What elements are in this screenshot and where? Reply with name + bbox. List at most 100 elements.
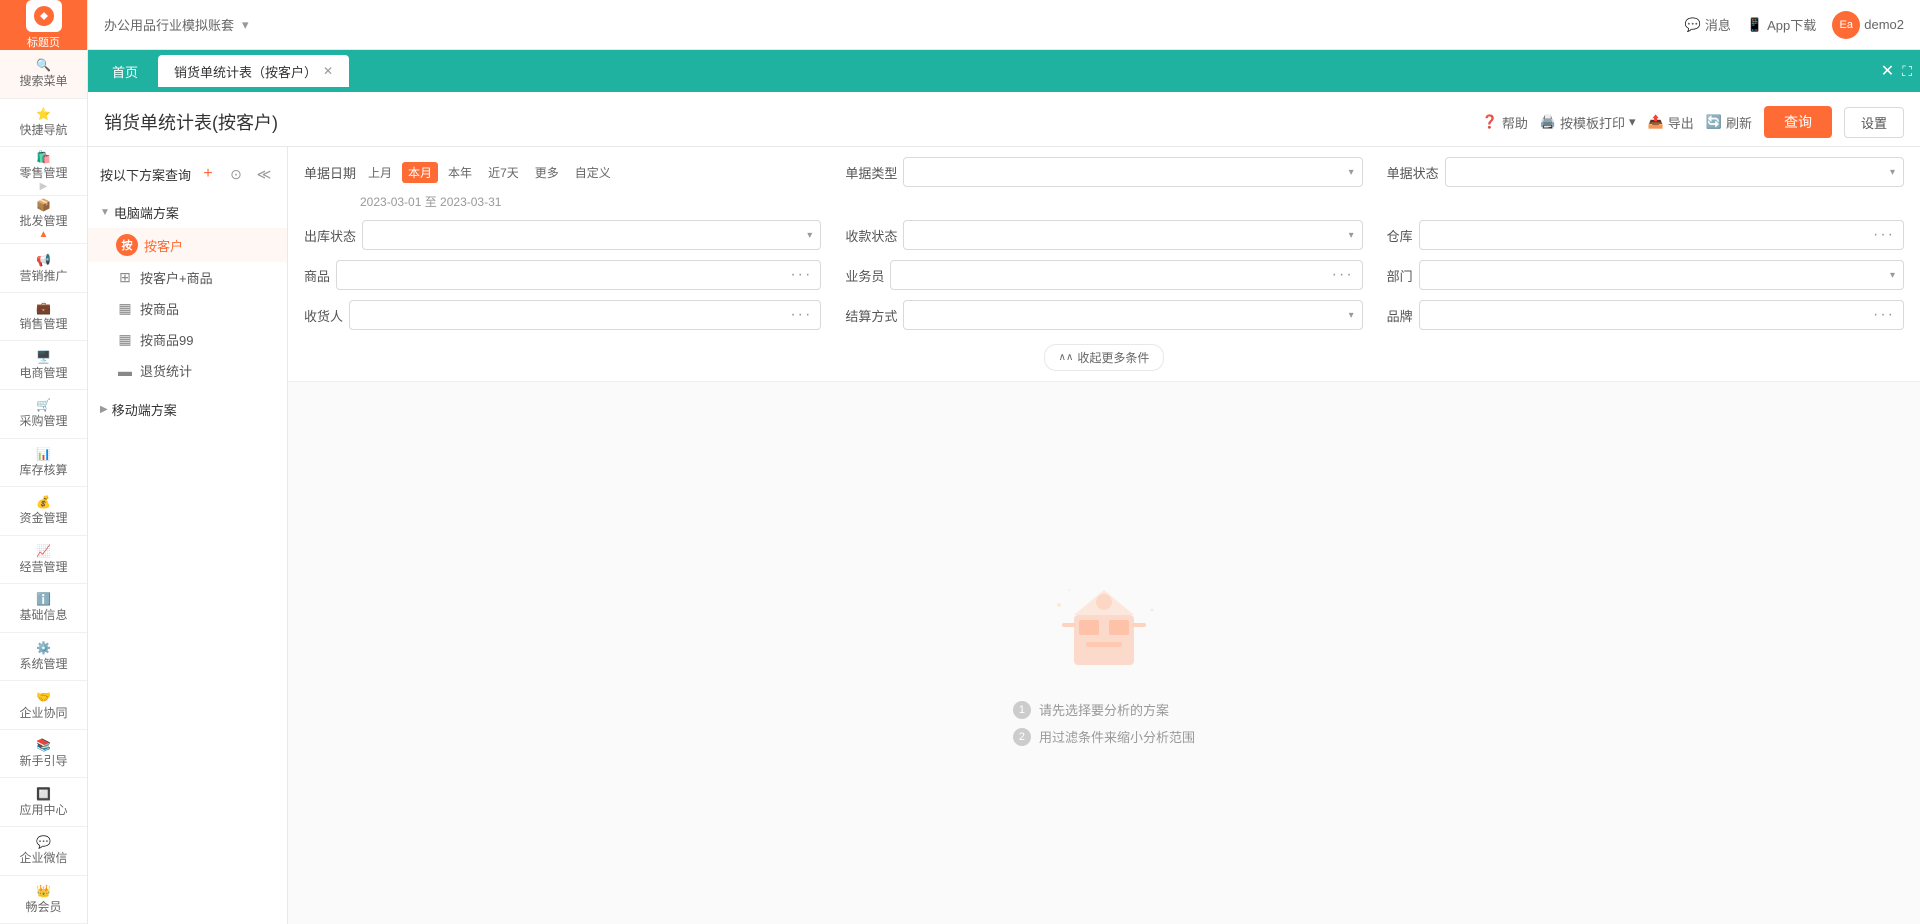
finance-icon: 💰 (36, 495, 51, 509)
tab-close-icon[interactable]: ✕ (323, 64, 333, 78)
sidebar-item-sales[interactable]: 💼 销售管理 (0, 293, 87, 342)
sidebar-item-apps[interactable]: 🔲 应用中心 (0, 778, 87, 827)
user-avatar-area[interactable]: Ea demo2 (1832, 11, 1904, 39)
sidebar-item-operations[interactable]: 📈 经营管理 (0, 536, 87, 585)
scheme-edit-button[interactable]: ⊙ (225, 163, 247, 185)
sidebar-item-retail[interactable]: 🛍️ 零售管理 ▶ (0, 147, 87, 196)
date-tab-thismonth[interactable]: 本月 (402, 162, 438, 183)
print-button[interactable]: 🖨️ 按模板打印 ▾ (1540, 113, 1636, 132)
recipient-multi-input[interactable]: ··· (349, 300, 821, 330)
export-icon: 📤 (1648, 114, 1664, 130)
operations-icon: 📈 (36, 544, 51, 558)
sidebar-item-inventory[interactable]: 📊 库存核算 (0, 439, 87, 488)
query-button[interactable]: 查询 (1764, 106, 1832, 138)
brand-multi-select[interactable]: ··· (1419, 300, 1904, 330)
by-customer-icon: 按 (116, 234, 138, 256)
filter-and-table-area: 单据日期 上月 本月 本年 近7天 更多 自定义 (288, 147, 1920, 924)
help-label: 帮助 (1502, 113, 1528, 132)
sidebar-item-search[interactable]: 🔍 搜索菜单 (0, 50, 87, 99)
collapse-button[interactable]: ∧∧ 收起更多条件 (1044, 344, 1165, 371)
chevron-right-icon: ▶ (40, 181, 48, 192)
filter-row-1: 单据日期 上月 本月 本年 近7天 更多 自定义 (288, 147, 1920, 193)
product-dots: ··· (790, 266, 812, 284)
date-tab-custom[interactable]: 自定义 (569, 162, 617, 183)
sidebar-item-enterprise[interactable]: 🤝 企业协同 (0, 681, 87, 730)
warehouse-multi-select[interactable]: ··· (1419, 220, 1904, 250)
scheme-category-pc-header[interactable]: ▼ 电脑端方案 (88, 197, 287, 228)
date-tab-thisyear[interactable]: 本年 (442, 162, 478, 183)
scheme-item-by-customer[interactable]: 按 按客户 (88, 228, 287, 262)
date-tab-lastmonth[interactable]: 上月 (362, 162, 398, 183)
filter-field-recipient: 收货人 ··· (304, 300, 821, 330)
close-window-icon[interactable]: ✕ (1881, 61, 1894, 81)
sidebar-item-label: 企业微信 (19, 849, 67, 866)
settings-button[interactable]: 设置 (1844, 107, 1904, 138)
tab-home[interactable]: 首页 (96, 55, 154, 87)
payment-status-chevron: ▾ (1349, 230, 1354, 241)
warehouse-dots: ··· (1873, 226, 1895, 244)
settlement-chevron: ▾ (1349, 310, 1354, 321)
page-title: 销货单统计表(按客户) (104, 109, 278, 135)
scheme-category-pc: ▼ 电脑端方案 按 按客户 ⊞ 按客户+商品 ▦ (88, 193, 287, 390)
date-tab-more[interactable]: 更多 (529, 162, 565, 183)
sidebar-item-procurement[interactable]: 🛒 采购管理 (0, 390, 87, 439)
sidebar-item-ecommerce[interactable]: 🖥️ 电商管理 (0, 341, 87, 390)
tip-1-text: 请先选择要分析的方案 (1039, 700, 1169, 719)
sales-icon: 💼 (36, 301, 51, 315)
tab-sales-stats[interactable]: 销货单统计表（按客户） ✕ (158, 55, 349, 87)
star-icon: ⭐ (36, 107, 51, 121)
message-button[interactable]: 💬 消息 (1685, 15, 1731, 34)
sidebar-item-newbie[interactable]: 📚 新手引导 (0, 730, 87, 779)
basic-icon: ℹ️ (36, 592, 51, 606)
message-label: 消息 (1705, 15, 1731, 34)
order-status-chevron: ▾ (1890, 167, 1895, 178)
sidebar-item-basic[interactable]: ℹ️ 基础信息 (0, 584, 87, 633)
sidebar-item-wechat[interactable]: 💬 企业微信 (0, 827, 87, 876)
product-multi-input[interactable]: ··· (336, 260, 821, 290)
sidebar-item-shortcut[interactable]: ⭐ 快捷导航 (0, 99, 87, 148)
filter-field-department: 部门 ▾ (1387, 260, 1904, 290)
sidebar: 标题页 🔍 搜索菜单 ⭐ 快捷导航 🛍️ 零售管理 ▶ 📦 批发管理 ▲ 📢 营… (0, 0, 88, 924)
sidebar-item-marketing[interactable]: 📢 营销推广 (0, 244, 87, 293)
date-tab-7days[interactable]: 近7天 (482, 162, 525, 183)
enterprise-icon: 🤝 (36, 690, 51, 704)
maximize-icon[interactable]: ⛶ (1902, 63, 1912, 80)
scheme-category-mobile-header[interactable]: ▶ 移动端方案 (88, 394, 287, 425)
scheme-item-by-product[interactable]: ▦ 按商品 (88, 293, 287, 324)
filter-field-date: 单据日期 上月 本月 本年 近7天 更多 自定义 (304, 162, 821, 183)
sidebar-item-wholesale[interactable]: 📦 批发管理 ▲ (0, 196, 87, 245)
sidebar-item-label: 企业协同 (19, 704, 67, 721)
scheme-add-button[interactable]: + (197, 163, 219, 185)
help-button[interactable]: ❓ 帮助 (1482, 113, 1528, 132)
sidebar-item-finance[interactable]: 💰 资金管理 (0, 487, 87, 536)
order-status-select[interactable]: ▾ (1445, 157, 1904, 187)
scheme-collapse-button[interactable]: ≪ (253, 163, 275, 185)
print-dropdown-icon[interactable]: ▾ (1629, 114, 1636, 130)
scheme-item-by-customer-product[interactable]: ⊞ 按客户+商品 (88, 262, 287, 293)
sidebar-item-label: 采购管理 (19, 412, 67, 429)
sidebar-item-label: 新手引导 (19, 752, 67, 769)
sidebar-item-label: 库存核算 (19, 461, 67, 478)
sidebar-item-system[interactable]: ⚙️ 系统管理 (0, 633, 87, 682)
app-download-button[interactable]: 📱 App下载 (1747, 15, 1816, 34)
payment-status-label: 收款状态 (845, 226, 897, 245)
export-button[interactable]: 📤 导出 (1648, 113, 1694, 132)
order-type-select[interactable]: ▾ (903, 157, 1362, 187)
topbar-dropdown-icon[interactable]: ▾ (242, 17, 249, 33)
sidebar-item-label: 销售管理 (19, 315, 67, 332)
chevron-up-icon: ▲ (39, 229, 49, 240)
scheme-item-return-stats[interactable]: ▬ 退货统计 (88, 355, 287, 386)
out-status-select[interactable]: ▾ (362, 220, 821, 250)
tip-1-num: 1 (1013, 701, 1031, 719)
app-logo[interactable]: 标题页 (0, 0, 87, 50)
payment-status-select[interactable]: ▾ (903, 220, 1362, 250)
sidebar-item-label: 搜索菜单 (19, 72, 67, 89)
sidebar-item-member[interactable]: 👑 畅会员 (0, 876, 87, 924)
scheme-item-by-product99[interactable]: ▦ 按商品99 (88, 324, 287, 355)
department-select[interactable]: ▾ (1419, 260, 1904, 290)
search-icon: 🔍 (36, 58, 51, 72)
settlement-select[interactable]: ▾ (903, 300, 1362, 330)
refresh-button[interactable]: 🔄 刷新 (1706, 113, 1752, 132)
salesperson-multi-input[interactable]: ··· (890, 260, 1362, 290)
scheme-item-label: 按客户+商品 (140, 268, 213, 287)
